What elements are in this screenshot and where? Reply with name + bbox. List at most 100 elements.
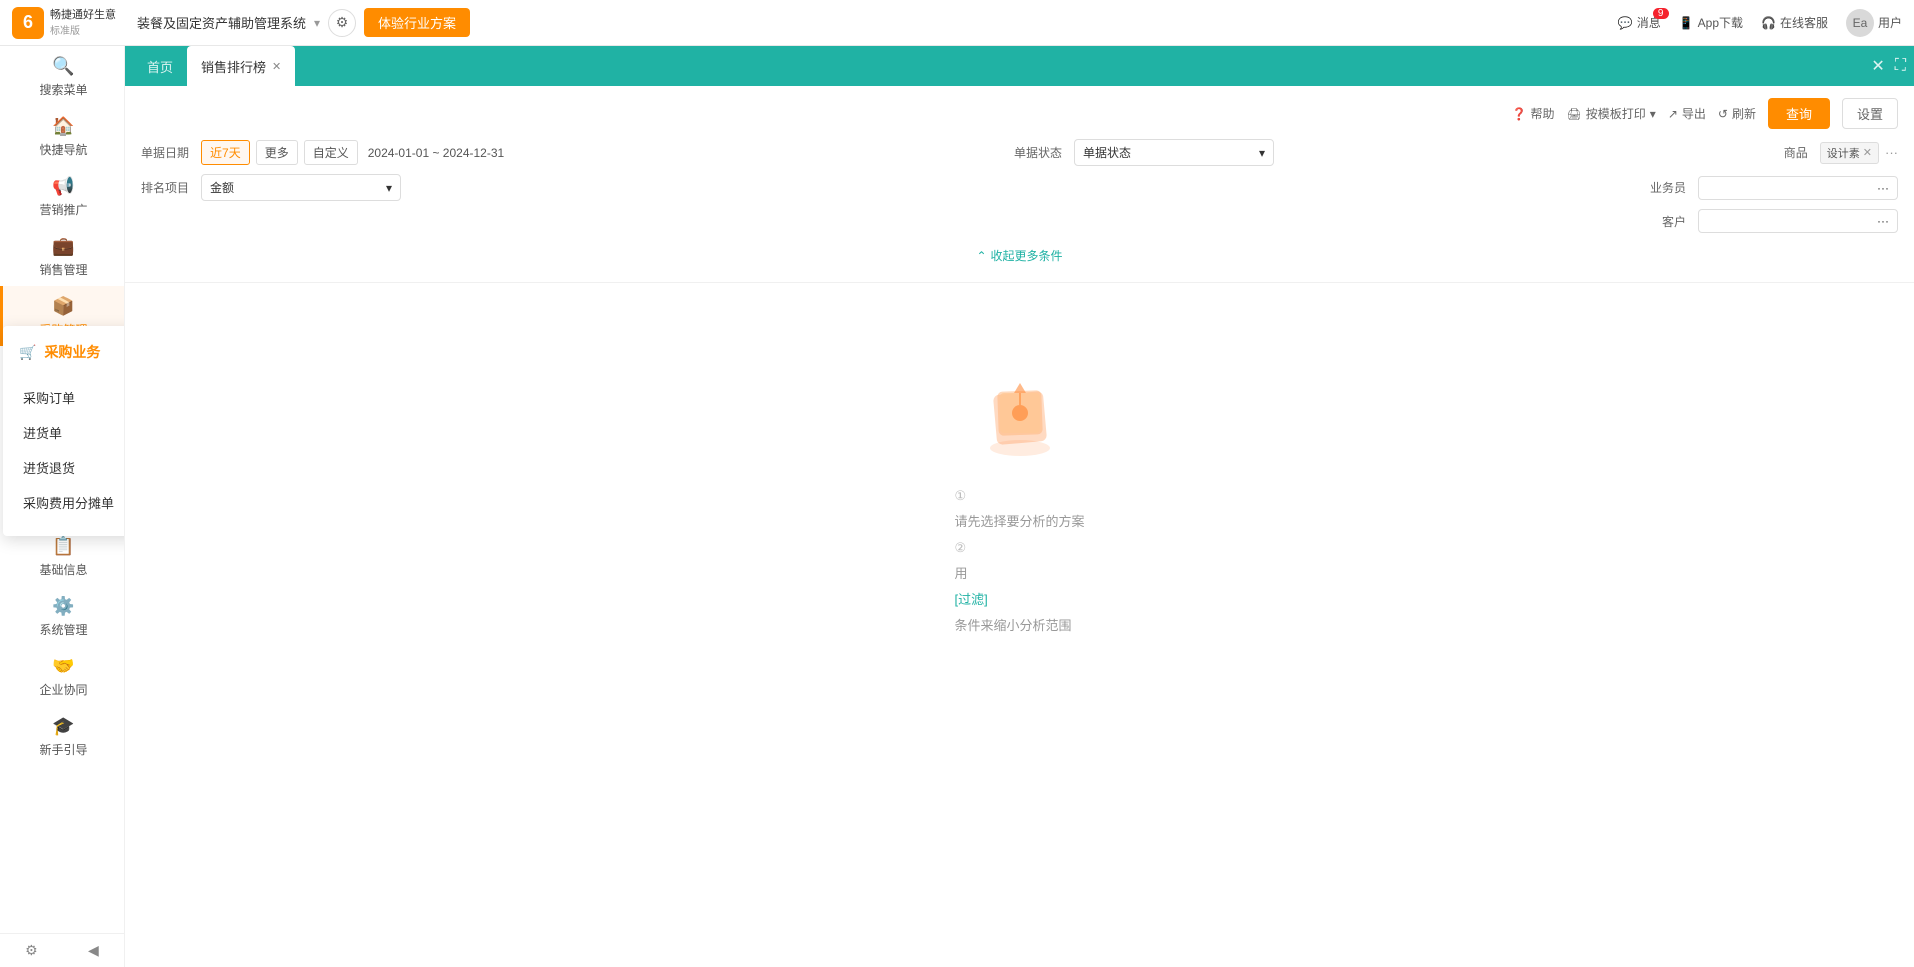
user-label: 用户 [1878,14,1902,31]
customer-more-icon: ··· [1877,214,1889,228]
empty-icon [970,363,1070,463]
refresh-icon: ↺ [1718,107,1728,121]
help-icon: ❓ [1512,107,1527,121]
sidebar-settings-btn[interactable]: ⚙ [25,942,38,959]
goods-tag-close[interactable]: ✕ [1863,146,1872,159]
tab-home-label: 首页 [147,57,173,76]
goods-tag-text: 设计素 [1827,145,1860,161]
tab-bar-actions: ✕ ⛶ [1871,56,1906,76]
system-dropdown-arrow[interactable]: ▾ [314,16,320,30]
search-icon: 🔍 [52,56,74,77]
message-btn[interactable]: 💬 消息 9 [1618,14,1661,31]
sidebar-item-guide[interactable]: 🎓 新手引导 [0,706,124,766]
status-label: 单据状态 [1014,144,1062,161]
marketing-icon: 📢 [52,176,74,197]
purchase-biz-col: 🛒 采购业务 采购订单 历史 进货单 历史 进货退货 [19,342,125,520]
online-service-btn[interactable]: 🎧 在线客服 [1761,14,1828,31]
customer-label: 客户 [1662,213,1686,230]
purchase-expense-label: 采购费用分摊单 [23,493,114,512]
user-btn[interactable]: Ea 用户 [1846,9,1902,37]
sidebar-bottom: ⚙ ◀ [0,933,124,967]
user-abbr: Ea [1853,16,1868,30]
settings-btn[interactable]: 设置 [1842,98,1898,129]
goods-more-icon[interactable]: ··· [1885,145,1898,160]
date-preset-7days[interactable]: 近7天 [201,140,250,165]
app-download-btn[interactable]: 📱 App下载 [1679,14,1743,31]
sidebar-item-purchase[interactable]: 📦 采购管理 🛒 采购业务 采购订单 历史 进货单 历史 [0,286,124,346]
print-btn[interactable]: 🖨 按模板打印 ▾ [1567,105,1656,122]
tab-close-icon[interactable]: ✕ [272,60,281,73]
rank-select[interactable]: 金额 ▾ [201,174,401,201]
purchase-biz-icon: 🛒 [19,344,36,361]
query-btn[interactable]: 查询 [1768,98,1830,129]
logo-area: 6 畅捷通好生意 标准版 [12,7,137,39]
logo-sub: 标准版 [50,22,116,37]
sidebar-label-enterprise: 企业协同 [39,681,87,698]
tab-sales-rank[interactable]: 销售排行榜 ✕ [187,46,295,86]
logo-icon: 6 [12,7,44,39]
sidebar-item-quick-nav[interactable]: 🏠 快捷导航 [0,106,124,166]
date-preset-custom[interactable]: 自定义 [304,140,358,165]
collapse-btn[interactable]: ⌃ 收起更多条件 [141,241,1898,270]
date-value: 2024-01-01 ~ 2024-12-31 [368,146,504,160]
rank-label: 排名项目 [141,179,189,196]
settings-icon[interactable]: ⚙ [328,9,356,37]
sidebar-label-search: 搜索菜单 [39,81,87,98]
goods-tag: 设计素 ✕ [1820,142,1879,164]
filter-row-2: 排名项目 金额 ▾ 业务员 ··· [141,174,1898,201]
user-avatar: Ea [1846,9,1874,37]
purchase-order-item[interactable]: 采购订单 历史 [19,380,125,415]
print-label: 按模板打印 [1586,105,1646,122]
headset-icon: 🎧 [1761,16,1776,30]
header-right: 💬 消息 9 📱 App下载 🎧 在线客服 Ea 用户 [1618,9,1902,37]
refresh-btn[interactable]: ↺ 刷新 [1718,105,1756,122]
sidebar-item-enterprise[interactable]: 🤝 企业协同 [0,646,124,706]
goods-filter-area: 设计素 ✕ ··· [1820,142,1898,164]
filter-area: ❓ 帮助 🖨 按模板打印 ▾ ↗ 导出 ↺ 刷新 [125,86,1914,283]
filter-toolbar: ❓ 帮助 🖨 按模板打印 ▾ ↗ 导出 ↺ 刷新 [141,98,1898,129]
goods-return-item[interactable]: 进货退货 [19,450,125,485]
tab-bar: 首页 销售排行榜 ✕ ✕ ⛶ [125,46,1914,86]
print-dropdown-icon: ▾ [1650,107,1656,121]
sidebar-item-search[interactable]: 🔍 搜索菜单 [0,46,124,106]
purchase-biz-title: 🛒 采购业务 [19,342,125,368]
staff-more-icon: ··· [1877,181,1889,195]
sidebar-collapse-btn[interactable]: ◀ [88,942,99,959]
staff-select[interactable]: ··· [1698,176,1898,200]
customer-select[interactable]: ··· [1698,209,1898,233]
industry-btn[interactable]: 体验行业方案 [364,8,470,37]
status-placeholder: 单据状态 [1083,144,1131,161]
message-badge: 9 [1653,8,1669,19]
tab-home[interactable]: 首页 [133,46,187,86]
status-select[interactable]: 单据状态 ▾ [1074,139,1274,166]
purchase-icon: 📦 [52,296,74,317]
purchase-expense-item[interactable]: 采购费用分摊单 历史 [19,485,125,520]
sidebar-label-system: 系统管理 [39,621,87,638]
date-label: 单据日期 [141,144,189,161]
page-content: ❓ 帮助 🖨 按模板打印 ▾ ↗ 导出 ↺ 刷新 [125,86,1914,967]
app-download-label: App下载 [1698,14,1743,31]
sidebar-label-marketing: 营销推广 [39,201,87,218]
guide-icon: 🎓 [52,716,74,737]
staff-label: 业务员 [1650,179,1686,196]
filter-row-3: 客户 ··· [141,209,1898,233]
goods-label: 商品 [1784,144,1808,161]
date-preset-more[interactable]: 更多 [256,140,298,165]
tab-close-all-icon[interactable]: ✕ [1871,56,1884,76]
sales-icon: 💼 [52,236,74,257]
status-dropdown-icon: ▾ [1259,146,1265,160]
tab-resize-icon[interactable]: ⛶ [1895,57,1906,75]
sidebar-item-marketing[interactable]: 📢 营销推广 [0,166,124,226]
collapse-label: 收起更多条件 [991,247,1063,264]
empty-hint2: ② 用[过滤]条件来缩小分析范围 [954,535,1084,639]
sidebar-item-system[interactable]: ⚙️ 系统管理 [0,586,124,646]
sidebar-item-sales[interactable]: 💼 销售管理 [0,226,124,286]
export-icon: ↗ [1668,107,1678,121]
empty-text: ① 请先选择要分析的方案 ② 用[过滤]条件来缩小分析范围 [954,483,1084,639]
help-btn[interactable]: ❓ 帮助 [1512,105,1555,122]
goods-receipt-item[interactable]: 进货单 历史 [19,415,125,450]
export-label: 导出 [1682,105,1706,122]
top-header: 6 畅捷通好生意 标准版 装餐及固定资产辅助管理系统 ▾ ⚙ 体验行业方案 💬 … [0,0,1914,46]
phone-icon: 📱 [1679,16,1694,30]
export-btn[interactable]: ↗ 导出 [1668,105,1706,122]
